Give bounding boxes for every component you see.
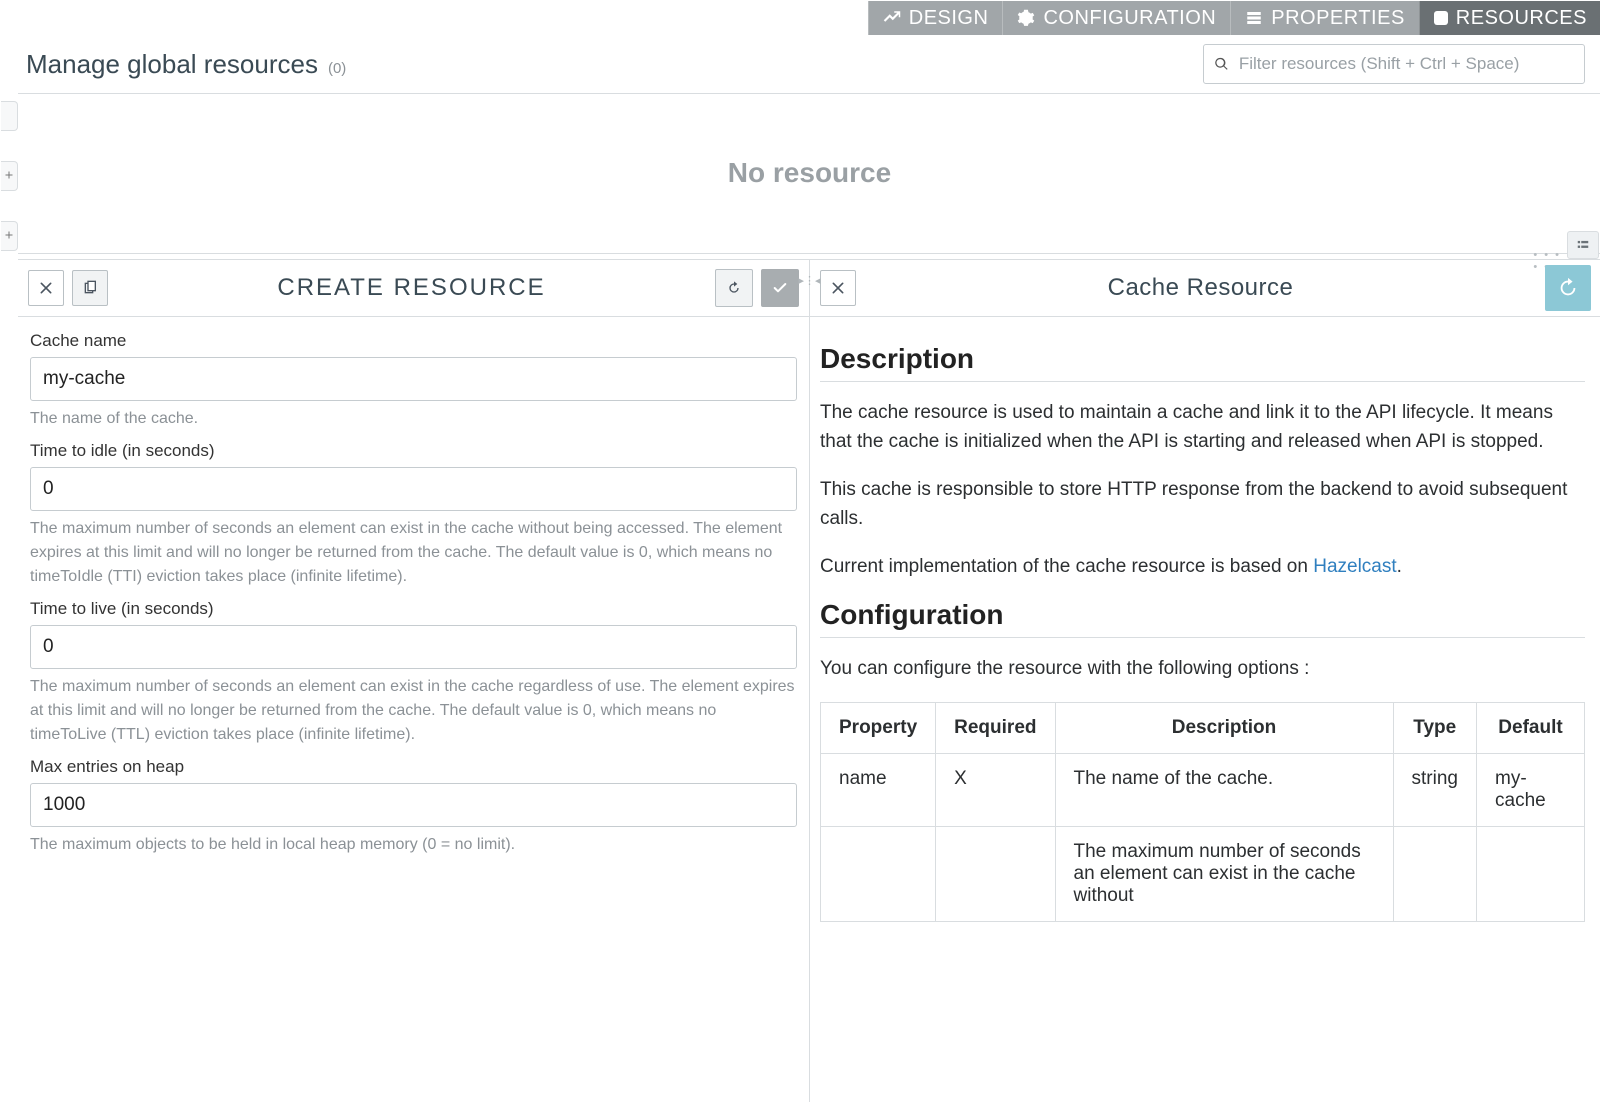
- cell-property: name: [821, 753, 936, 826]
- copy-icon: [82, 280, 98, 296]
- config-intro: You can configure the resource with the …: [820, 654, 1585, 683]
- hint-tti: The maximum number of seconds an element…: [30, 517, 797, 589]
- label-ttl: Time to live (in seconds): [30, 599, 797, 619]
- tab-design-label: DESIGN: [909, 7, 989, 30]
- cell-description: The name of the cache.: [1055, 753, 1393, 826]
- close-icon: [830, 280, 846, 296]
- resource-list-empty: No resource: [18, 93, 1600, 254]
- top-tabs: DESIGN CONFIGURATION PROPERTIES RESOURCE…: [868, 1, 1600, 35]
- tab-configuration-label: CONFIGURATION: [1043, 7, 1216, 30]
- divider: [820, 637, 1585, 638]
- close-icon: [38, 280, 54, 296]
- desc-paragraph-1: The cache resource is used to maintain a…: [820, 398, 1585, 457]
- configuration-heading: Configuration: [820, 599, 1585, 631]
- cell-required: X: [936, 753, 1055, 826]
- resources-icon: [1434, 11, 1448, 25]
- field-cache-name: Cache name The name of the cache.: [30, 331, 797, 431]
- table-header-row: Property Required Description Type Defau…: [821, 702, 1585, 753]
- input-cache-name[interactable]: [30, 357, 797, 401]
- resource-doc-body: ⋮◂ Description The cache resource is use…: [810, 317, 1600, 940]
- close-panel-button[interactable]: [28, 270, 64, 306]
- input-heap[interactable]: [30, 783, 797, 827]
- refresh-icon: [1557, 277, 1579, 299]
- reset-button[interactable]: [715, 269, 753, 307]
- input-tti[interactable]: [30, 467, 797, 511]
- cell-default: my-cache: [1477, 753, 1585, 826]
- tab-resources-label: RESOURCES: [1456, 7, 1587, 30]
- create-resource-title: CREATE RESOURCE: [116, 274, 707, 302]
- gear-icon: [1017, 9, 1035, 27]
- search-icon: [1214, 56, 1229, 72]
- create-resource-body: ▸⋮ Cache name The name of the cache. Tim…: [18, 317, 809, 881]
- tab-configuration[interactable]: CONFIGURATION: [1002, 1, 1230, 35]
- cell-property: [821, 826, 936, 921]
- label-cache-name: Cache name: [30, 331, 797, 351]
- field-tti: Time to idle (in seconds) The maximum nu…: [30, 441, 797, 589]
- desc-paragraph-2: This cache is responsible to store HTTP …: [820, 475, 1585, 534]
- rail-item-3[interactable]: [1, 221, 18, 251]
- hint-heap: The maximum objects to be held in local …: [30, 833, 797, 857]
- desc-paragraph-3: Current implementation of the cache reso…: [820, 552, 1585, 581]
- label-tti: Time to idle (in seconds): [30, 441, 797, 461]
- subheader: Manage global resources (0): [18, 35, 1600, 94]
- list-icon: [1575, 238, 1591, 252]
- description-heading: Description: [820, 343, 1585, 375]
- hazelcast-link[interactable]: Hazelcast: [1313, 556, 1396, 577]
- th-description: Description: [1055, 702, 1393, 753]
- tab-resources[interactable]: RESOURCES: [1419, 1, 1600, 35]
- resource-doc-title: Cache Resource: [864, 274, 1537, 302]
- resource-doc-header: Cache Resource: [810, 260, 1600, 317]
- cell-description: The maximum number of seconds an element…: [1055, 826, 1393, 921]
- cell-default: [1477, 826, 1585, 921]
- search-input[interactable]: [1237, 53, 1574, 75]
- th-default: Default: [1477, 702, 1585, 753]
- th-type: Type: [1393, 702, 1476, 753]
- desc3-prefix: Current implementation of the cache reso…: [820, 556, 1313, 577]
- th-property: Property: [821, 702, 936, 753]
- plus-icon: [3, 229, 15, 241]
- resource-count: (0): [328, 60, 346, 77]
- layout-toggle[interactable]: [1567, 231, 1599, 259]
- plus-icon: [3, 169, 15, 181]
- field-heap: Max entries on heap The maximum objects …: [30, 757, 797, 857]
- desc3-suffix: .: [1397, 556, 1402, 577]
- hint-ttl: The maximum number of seconds an element…: [30, 675, 797, 747]
- table-row: The maximum number of seconds an element…: [821, 826, 1585, 921]
- search-box[interactable]: [1203, 44, 1585, 84]
- check-icon: [772, 280, 788, 296]
- config-table: Property Required Description Type Defau…: [820, 702, 1585, 922]
- page-title: Manage global resources: [26, 49, 318, 80]
- split-container: CREATE RESOURCE ▸⋮ Cache name The name o…: [18, 259, 1600, 1102]
- duplicate-button[interactable]: [72, 270, 108, 306]
- input-ttl[interactable]: [30, 625, 797, 669]
- cell-type: string: [1393, 753, 1476, 826]
- left-rail: [1, 101, 18, 281]
- empty-message: No resource: [728, 157, 891, 189]
- create-resource-header: CREATE RESOURCE: [18, 260, 809, 317]
- field-ttl: Time to live (in seconds) The maximum nu…: [30, 599, 797, 747]
- table-row: name X The name of the cache. string my-…: [821, 753, 1585, 826]
- resource-doc-panel: Cache Resource ⋮◂ Description The cache …: [810, 260, 1600, 1102]
- th-required: Required: [936, 702, 1055, 753]
- close-doc-button[interactable]: [820, 270, 856, 306]
- rail-item-2[interactable]: [1, 161, 18, 191]
- cell-required: [936, 826, 1055, 921]
- cell-type: [1393, 826, 1476, 921]
- label-heap: Max entries on heap: [30, 757, 797, 777]
- divider: [820, 381, 1585, 382]
- tab-properties-label: PROPERTIES: [1271, 7, 1405, 30]
- refresh-doc-button[interactable]: [1545, 265, 1591, 311]
- hint-cache-name: The name of the cache.: [30, 407, 797, 431]
- rail-item-1[interactable]: [1, 101, 18, 131]
- tab-properties[interactable]: PROPERTIES: [1230, 1, 1419, 35]
- properties-icon: [1245, 9, 1263, 27]
- create-resource-panel: CREATE RESOURCE ▸⋮ Cache name The name o…: [18, 260, 810, 1102]
- design-icon: [883, 9, 901, 27]
- confirm-button[interactable]: [761, 269, 799, 307]
- undo-icon: [726, 280, 742, 296]
- tab-design[interactable]: DESIGN: [868, 1, 1003, 35]
